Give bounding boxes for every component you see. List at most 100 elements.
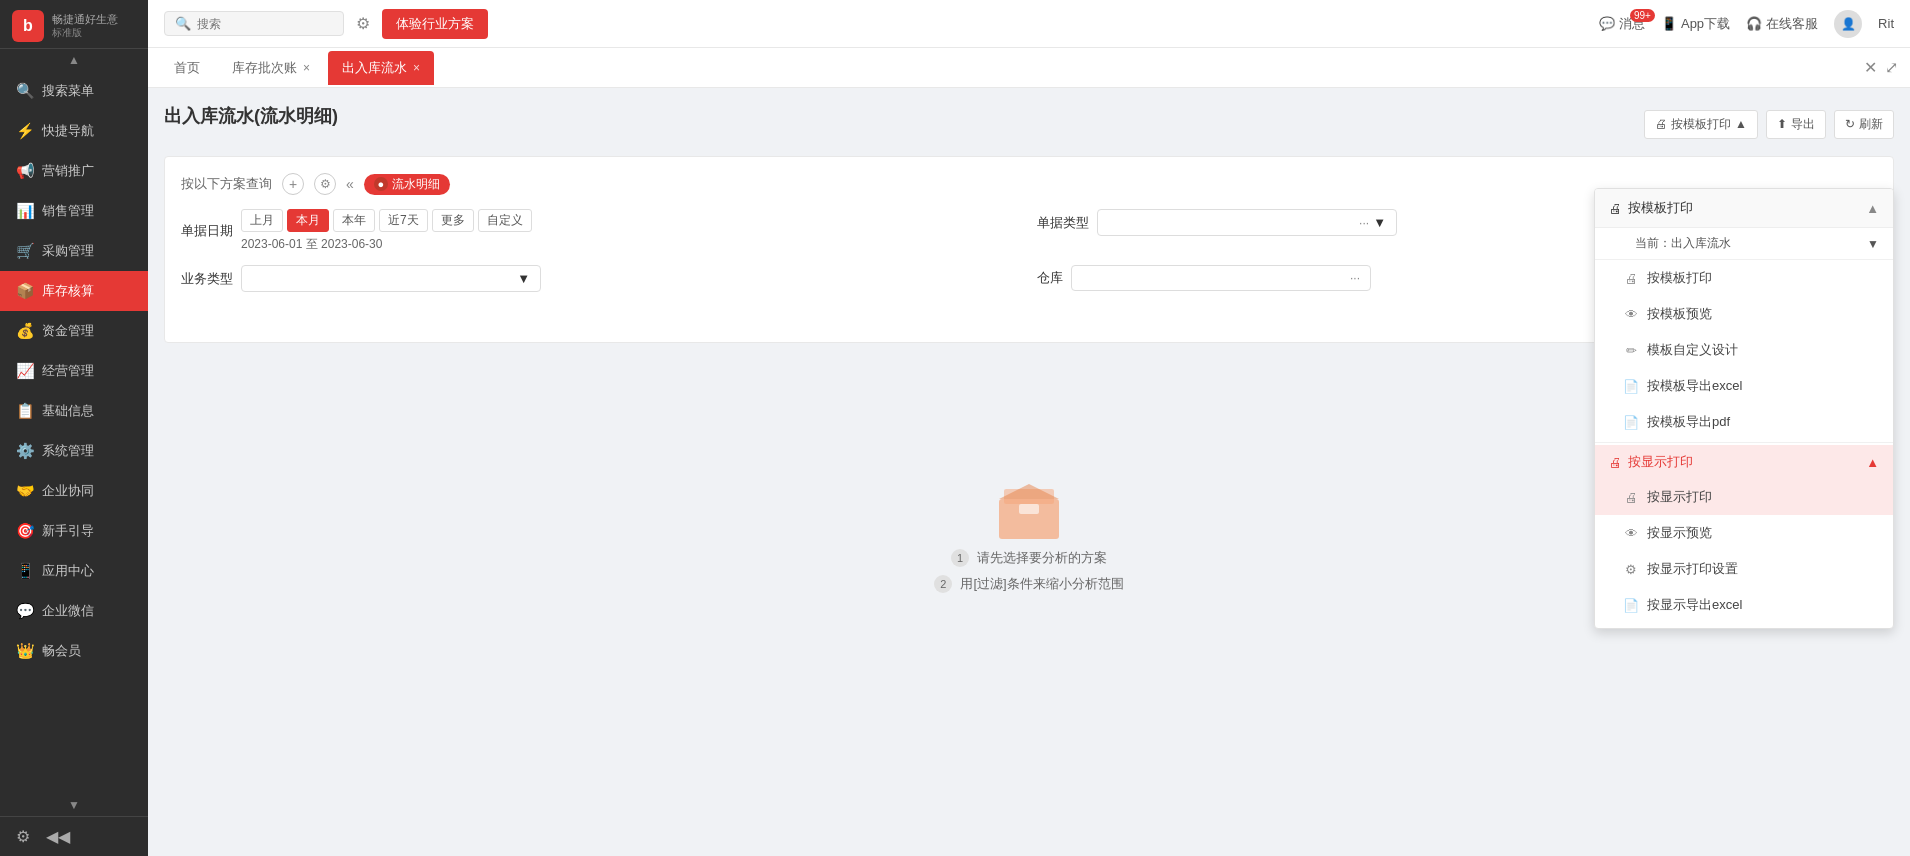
biz-type-select[interactable]: ▼ bbox=[241, 265, 541, 292]
sidebar-item-purchase[interactable]: 🛒 采购管理 bbox=[0, 231, 148, 271]
dropdown-item-template-preview[interactable]: 👁 按模板预览 bbox=[1595, 296, 1893, 332]
dropdown-item-display-preview[interactable]: 👁 按显示预览 bbox=[1595, 515, 1893, 551]
sidebar-item-finance[interactable]: 💰 资金管理 bbox=[0, 311, 148, 351]
dropdown-header: 🖨 按模板打印 ▲ bbox=[1595, 189, 1893, 228]
template-preview-label: 按模板预览 bbox=[1647, 305, 1712, 323]
warehouse-label: 仓库 bbox=[1037, 269, 1063, 287]
sidebar-item-label: 快捷导航 bbox=[42, 122, 94, 140]
template-print-icon: 🖨 bbox=[1623, 271, 1639, 286]
sidebar-item-appcenter[interactable]: 📱 应用中心 bbox=[0, 551, 148, 591]
export-label: 导出 bbox=[1791, 116, 1815, 133]
tab-batch-account[interactable]: 库存批次账 × bbox=[218, 51, 324, 85]
sidebar-item-search[interactable]: 🔍 搜索菜单 bbox=[0, 71, 148, 111]
message-badge: 99+ bbox=[1630, 9, 1655, 22]
current-label: 当前：出入库流水 bbox=[1635, 235, 1731, 252]
sidebar-item-system[interactable]: ⚙️ 系统管理 bbox=[0, 431, 148, 471]
sidebar-item-quick-nav[interactable]: ⚡ 快捷导航 bbox=[0, 111, 148, 151]
page-actions: 🖨 按模板打印 ▲ ⬆ 导出 ↻ 刷新 bbox=[1644, 110, 1894, 139]
dropdown-item-template-print[interactable]: 🖨 按模板打印 bbox=[1595, 260, 1893, 296]
tab-batch-account-close[interactable]: × bbox=[303, 61, 310, 75]
dropdown-item-display-excel[interactable]: 📄 按显示导出excel bbox=[1595, 587, 1893, 623]
tab-inout-flow-close[interactable]: × bbox=[413, 61, 420, 75]
filter-tag[interactable]: ● 流水明细 bbox=[364, 174, 450, 195]
date-btn-more[interactable]: 更多 bbox=[432, 209, 474, 232]
sidebar-scroll-down[interactable]: ▼ bbox=[0, 794, 148, 816]
window-maximize-icon[interactable]: ⤢ bbox=[1885, 58, 1898, 77]
dropdown-item-display-print-settings[interactable]: ⚙ 按显示打印设置 bbox=[1595, 551, 1893, 587]
quick-nav-icon: ⚡ bbox=[16, 122, 34, 140]
filter-tag-label: 流水明细 bbox=[392, 176, 440, 193]
sidebar-item-basic[interactable]: 📋 基础信息 bbox=[0, 391, 148, 431]
sidebar-item-label: 新手引导 bbox=[42, 522, 94, 540]
filter-add-button[interactable]: + bbox=[282, 173, 304, 195]
sidebar-item-label: 应用中心 bbox=[42, 562, 94, 580]
filter-settings-button[interactable]: ⚙ bbox=[314, 173, 336, 195]
date-btn-custom[interactable]: 自定义 bbox=[478, 209, 532, 232]
filter-header-label: 按以下方案查询 bbox=[181, 175, 272, 193]
sidebar-item-sales[interactable]: 📊 销售管理 bbox=[0, 191, 148, 231]
operation-icon: 📈 bbox=[16, 362, 34, 380]
user-avatar[interactable]: 👤 bbox=[1834, 10, 1862, 38]
sidebar-item-wechat[interactable]: 💬 企业微信 bbox=[0, 591, 148, 631]
fold-icon[interactable]: ◀◀ bbox=[46, 827, 70, 846]
marketing-icon: 📢 bbox=[16, 162, 34, 180]
warehouse-select[interactable]: ··· bbox=[1071, 265, 1371, 291]
tab-home-label: 首页 bbox=[174, 59, 200, 77]
tab-inout-flow[interactable]: 出入库流水 × bbox=[328, 51, 434, 85]
sidebar-scroll-up[interactable]: ▲ bbox=[0, 49, 148, 71]
username[interactable]: Rit bbox=[1878, 16, 1894, 31]
search-input[interactable] bbox=[197, 17, 317, 31]
date-btn-this-year[interactable]: 本年 bbox=[333, 209, 375, 232]
dropdown-current-item: 当前：出入库流水 ▼ bbox=[1595, 228, 1893, 260]
settings-icon[interactable]: ⚙ bbox=[16, 827, 30, 846]
search-box[interactable]: 🔍 bbox=[164, 11, 344, 36]
dropdown-chevron-up-icon[interactable]: ▲ bbox=[1866, 201, 1879, 216]
sidebar-item-coop[interactable]: 🤝 企业协同 bbox=[0, 471, 148, 511]
date-btn-this-month[interactable]: 本月 bbox=[287, 209, 329, 232]
print-icon: 🖨 bbox=[1655, 117, 1667, 131]
message-button[interactable]: 💬 消息 99+ bbox=[1599, 15, 1645, 33]
settings-icon[interactable]: ⚙ bbox=[356, 14, 370, 33]
template-pdf-label: 按模板导出pdf bbox=[1647, 413, 1730, 431]
warehouse-more[interactable]: ··· bbox=[1350, 271, 1360, 285]
app-download-button[interactable]: 📱 App下载 bbox=[1661, 15, 1730, 33]
dropdown-sub-header[interactable]: 🖨 按显示打印 ▲ bbox=[1595, 445, 1893, 479]
sidebar-item-label: 经营管理 bbox=[42, 362, 94, 380]
export-icon: ⬆ bbox=[1777, 117, 1787, 131]
dropdown-item-display-print[interactable]: 🖨 按显示打印 bbox=[1595, 479, 1893, 515]
tab-home[interactable]: 首页 bbox=[160, 51, 214, 85]
filter-collapse-button[interactable]: « bbox=[346, 176, 354, 192]
sidebar-item-marketing[interactable]: 📢 营销推广 bbox=[0, 151, 148, 191]
sidebar-item-member[interactable]: 👑 畅会员 bbox=[0, 631, 148, 671]
sidebar-item-operation[interactable]: 📈 经营管理 bbox=[0, 351, 148, 391]
print-template-button[interactable]: 🖨 按模板打印 ▲ bbox=[1644, 110, 1758, 139]
trial-button[interactable]: 体验行业方案 bbox=[382, 9, 488, 39]
sidebar-item-guide[interactable]: 🎯 新手引导 bbox=[0, 511, 148, 551]
empty-step-1-text: 请先选择要分析的方案 bbox=[977, 549, 1107, 567]
scroll-up-icon[interactable]: ▲ bbox=[68, 53, 80, 67]
doc-type-select[interactable]: ··· ▼ bbox=[1097, 209, 1397, 236]
member-icon: 👑 bbox=[16, 642, 34, 660]
scroll-down-icon[interactable]: ▼ bbox=[68, 798, 80, 812]
dropdown-item-display-pdf[interactable]: 📄 按显示导出pdf bbox=[1595, 623, 1893, 628]
date-btn-last-month[interactable]: 上月 bbox=[241, 209, 283, 232]
date-btn-7days[interactable]: 近7天 bbox=[379, 209, 428, 232]
template-excel-icon: 📄 bbox=[1623, 379, 1639, 394]
dropdown-item-template-excel[interactable]: 📄 按模板导出excel bbox=[1595, 368, 1893, 404]
coop-icon: 🤝 bbox=[16, 482, 34, 500]
dropdown-item-template-custom[interactable]: ✏ 模板自定义设计 bbox=[1595, 332, 1893, 368]
sidebar-item-inventory[interactable]: 📦 库存核算 bbox=[0, 271, 148, 311]
window-close-icon[interactable]: ✕ bbox=[1864, 58, 1877, 77]
inventory-icon: 📦 bbox=[16, 282, 34, 300]
display-print-label: 按显示打印 bbox=[1647, 488, 1712, 506]
display-excel-icon: 📄 bbox=[1623, 598, 1639, 613]
refresh-icon: ↻ bbox=[1845, 117, 1855, 131]
display-print-icon: 🖨 bbox=[1623, 490, 1639, 505]
basic-icon: 📋 bbox=[16, 402, 34, 420]
doc-type-more[interactable]: ··· bbox=[1359, 216, 1369, 230]
refresh-button[interactable]: ↻ 刷新 bbox=[1834, 110, 1894, 139]
service-button[interactable]: 🎧 在线客服 bbox=[1746, 15, 1818, 33]
export-button[interactable]: ⬆ 导出 bbox=[1766, 110, 1826, 139]
page-body: 出入库流水(流水明细) 🖨 按模板打印 ▲ ⬆ 导出 ↻ 刷新 bbox=[148, 88, 1910, 856]
dropdown-item-template-pdf[interactable]: 📄 按模板导出pdf bbox=[1595, 404, 1893, 440]
